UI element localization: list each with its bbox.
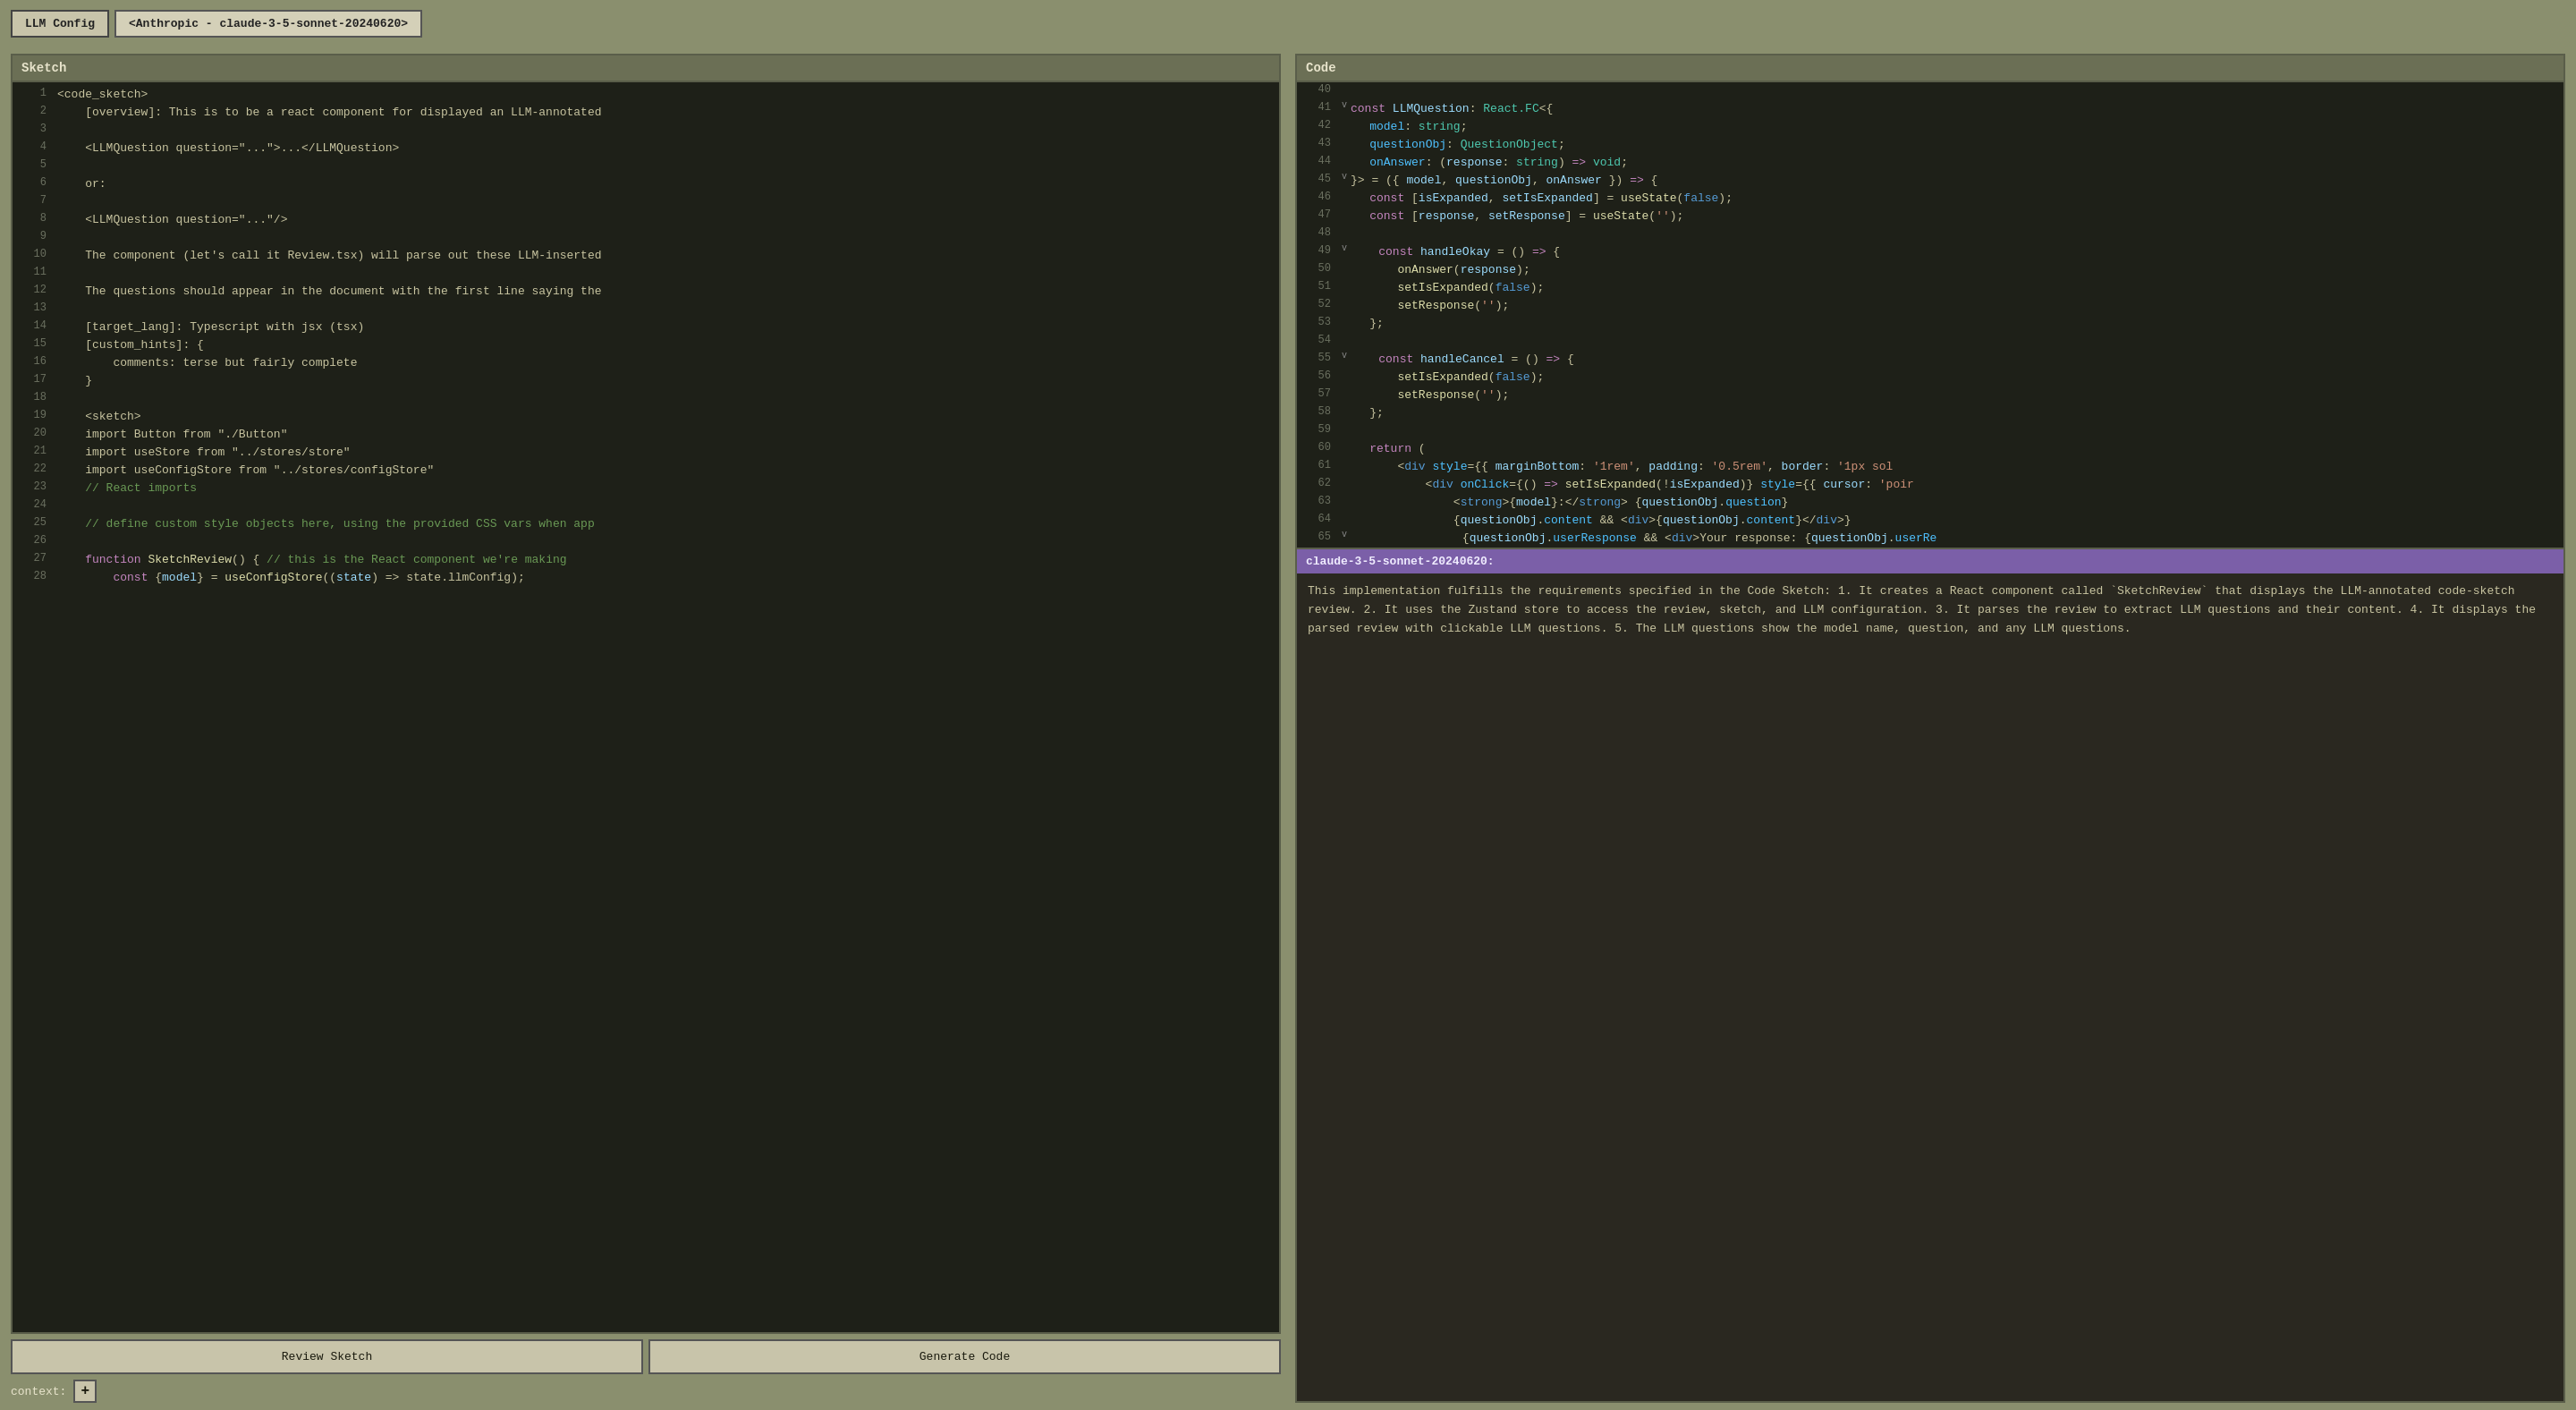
sketch-line-10: 10 The component (let's call it Review.t… [13,247,1279,265]
code-line-51: 51 setIsExpanded(false); [1297,279,2563,297]
sketch-line-12: 12 The questions should appear in the do… [13,283,1279,301]
code-line-64: 64 {questionObj.content && <div>{questio… [1297,512,2563,530]
code-line-59: 59 [1297,422,2563,440]
code-line-48: 48 [1297,225,2563,243]
llm-response-area: claude-3-5-sonnet-20240620: This impleme… [1297,549,2563,1401]
sketch-line-4: 4 <LLMQuestion question="...">...</LLMQu… [13,140,1279,157]
sketch-line-11: 11 [13,265,1279,283]
sketch-panel: Sketch 1 <code_sketch> 2 [overview]: Thi… [11,54,1281,1334]
code-area[interactable]: 40 41 v const LLMQuestion: React.FC<{ 42… [1297,82,2563,548]
sketch-line-2: 2 [overview]: This is to be a react comp… [13,104,1279,122]
sketch-line-22: 22 import useConfigStore from "../stores… [13,462,1279,480]
code-line-60: 60 return ( [1297,440,2563,458]
code-panel: Code 40 41 v const LLMQuestion: React.FC… [1295,54,2565,1403]
context-bar: context: + [11,1380,1281,1403]
sketch-line-9: 9 [13,229,1279,247]
sketch-line-25: 25 // define custom style objects here, … [13,515,1279,533]
left-panel: Sketch 1 <code_sketch> 2 [overview]: Thi… [0,47,1288,1410]
left-bottom: Review Sketch Generate Code context: + [11,1339,1281,1403]
code-line-52: 52 setResponse(''); [1297,297,2563,315]
sketch-line-20: 20 import Button from "./Button" [13,426,1279,444]
code-panel-header: Code [1297,55,2563,82]
sketch-line-13: 13 [13,301,1279,319]
sketch-line-21: 21 import useStore from "../stores/store… [13,444,1279,462]
sketch-line-16: 16 comments: terse but fairly complete [13,354,1279,372]
sketch-line-1: 1 <code_sketch> [13,86,1279,104]
code-line-49: 49 v const handleOkay = () => { [1297,243,2563,261]
code-line-44: 44 onAnswer: (response: string) => void; [1297,154,2563,172]
action-buttons: Review Sketch Generate Code [11,1339,1281,1374]
sketch-panel-header: Sketch [13,55,1279,82]
code-line-61: 61 <div style={{ marginBottom: '1rem', p… [1297,458,2563,476]
review-sketch-button[interactable]: Review Sketch [11,1339,643,1374]
generate-code-button[interactable]: Generate Code [648,1339,1281,1374]
code-line-56: 56 setIsExpanded(false); [1297,369,2563,386]
sketch-line-28: 28 const {model} = useConfigStore((state… [13,569,1279,587]
code-line-45: 45 v }> = ({ model, questionObj, onAnswe… [1297,172,2563,190]
main-layout: Sketch 1 <code_sketch> 2 [overview]: Thi… [0,47,2576,1410]
sketch-line-23: 23 // React imports [13,480,1279,497]
sketch-line-19: 19 <sketch> [13,408,1279,426]
sketch-line-18: 18 [13,390,1279,408]
code-line-42: 42 model: string; [1297,118,2563,136]
sketch-line-26: 26 [13,533,1279,551]
context-label: context: [11,1385,66,1398]
code-line-54: 54 [1297,333,2563,351]
code-line-41: 41 v const LLMQuestion: React.FC<{ [1297,100,2563,118]
chevron-55-icon: v [1342,351,1347,361]
code-line-63: 63 <strong>{model}:</strong> {questionOb… [1297,494,2563,512]
sketch-code-area[interactable]: 1 <code_sketch> 2 [overview]: This is to… [13,82,1279,1332]
code-line-46: 46 const [isExpanded, setIsExpanded] = u… [1297,190,2563,208]
chevron-45-icon: v [1342,172,1347,182]
code-line-47: 47 const [response, setResponse] = useSt… [1297,208,2563,225]
llm-response-text[interactable]: This implementation fulfills the require… [1297,573,2563,1401]
code-line-58: 58 }; [1297,404,2563,422]
sketch-line-5: 5 [13,157,1279,175]
model-selector-button[interactable]: <Anthropic - claude-3-5-sonnet-20240620> [114,10,422,38]
llm-config-button[interactable]: LLM Config [11,10,109,38]
code-line-53: 53 }; [1297,315,2563,333]
sketch-line-15: 15 [custom_hints]: { [13,336,1279,354]
chevron-65-icon: v [1342,530,1347,539]
sketch-line-27: 27 function SketchReview() { // this is … [13,551,1279,569]
sketch-line-6: 6 or: [13,175,1279,193]
code-line-43: 43 questionObj: QuestionObject; [1297,136,2563,154]
sketch-line-8: 8 <LLMQuestion question="..."/> [13,211,1279,229]
sketch-line-7: 7 [13,193,1279,211]
chevron-49-icon: v [1342,243,1347,253]
code-line-65: 65 v {questionObj.userResponse && <div>Y… [1297,530,2563,548]
code-line-62: 62 <div onClick={() => setIsExpanded(!is… [1297,476,2563,494]
llm-response-header: claude-3-5-sonnet-20240620: [1297,549,2563,573]
sketch-line-24: 24 [13,497,1279,515]
code-line-55: 55 v const handleCancel = () => { [1297,351,2563,369]
sketch-line-17: 17 } [13,372,1279,390]
sketch-line-3: 3 [13,122,1279,140]
top-bar: LLM Config <Anthropic - claude-3-5-sonne… [0,0,2576,47]
code-line-57: 57 setResponse(''); [1297,386,2563,404]
chevron-41-icon: v [1342,100,1347,110]
context-add-button[interactable]: + [73,1380,97,1403]
code-line-50: 50 onAnswer(response); [1297,261,2563,279]
code-line-40: 40 [1297,82,2563,100]
right-panel: Code 40 41 v const LLMQuestion: React.FC… [1288,47,2576,1410]
sketch-line-14: 14 [target_lang]: Typescript with jsx (t… [13,319,1279,336]
